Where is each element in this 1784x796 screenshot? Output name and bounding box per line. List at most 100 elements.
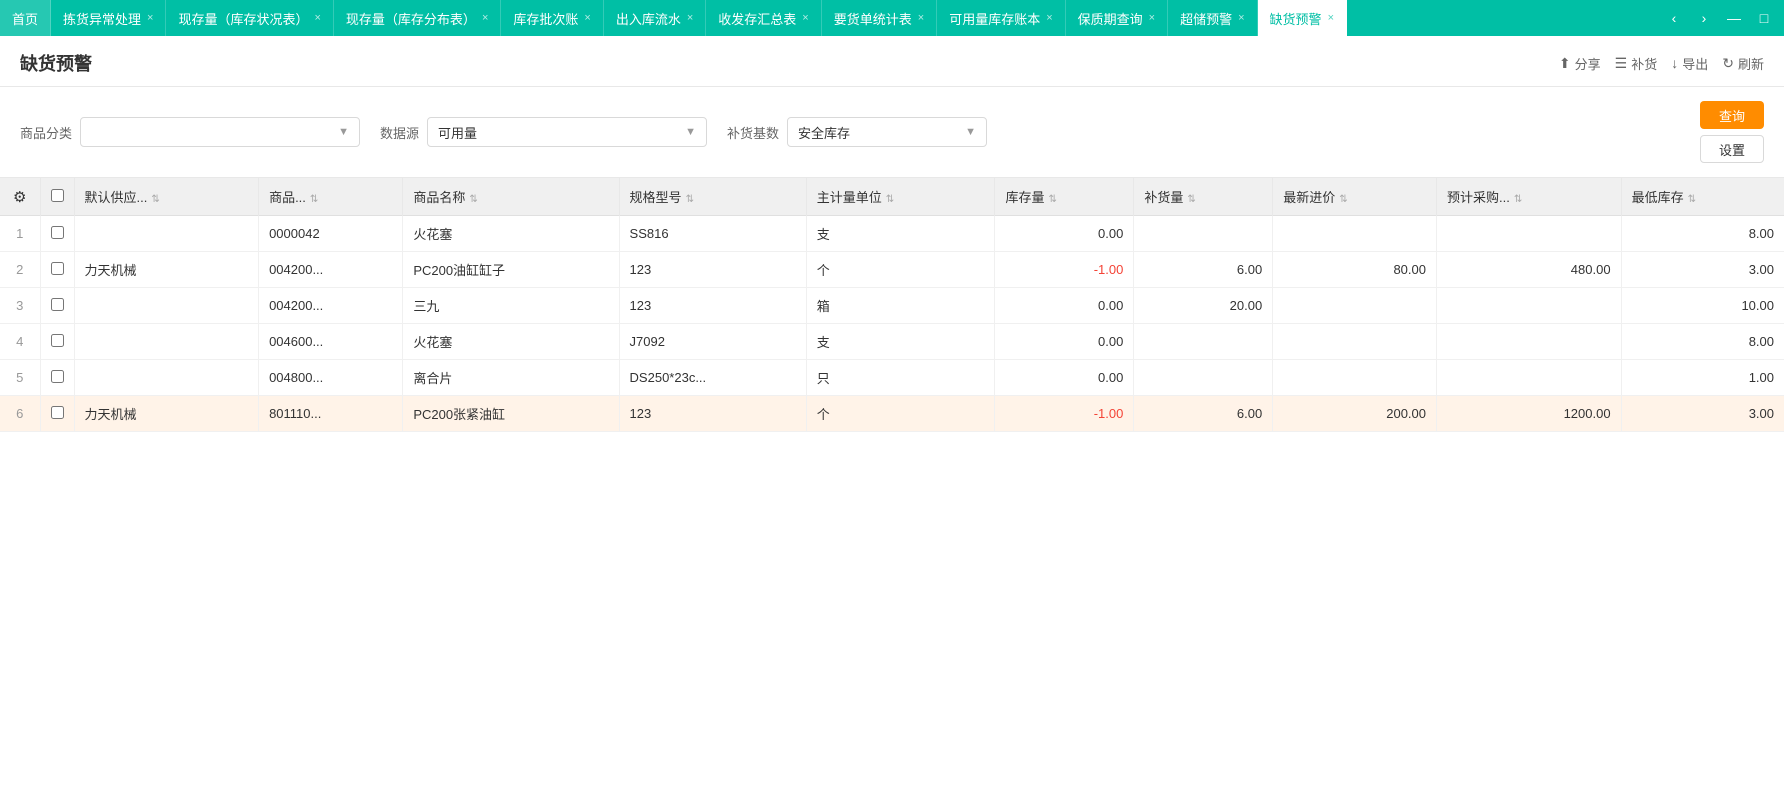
- nav-item-home[interactable]: 首页: [0, 0, 51, 36]
- close-icon-available[interactable]: ×: [1046, 12, 1052, 24]
- row-checkbox[interactable]: [51, 370, 64, 383]
- close-icon-stock2[interactable]: ×: [482, 12, 488, 24]
- nav-label-pick: 拣货异常处理: [63, 9, 141, 28]
- table-container: ⚙ 默认供应...⇅ 商品...⇅ 商品名称⇅: [0, 178, 1784, 432]
- cell-supplier: [74, 288, 259, 324]
- table-row: 3004200...三九123箱0.0020.0010.00: [0, 288, 1784, 324]
- close-icon-expiry[interactable]: ×: [1149, 12, 1155, 24]
- nav-maximize-button[interactable]: □: [1750, 4, 1778, 32]
- close-icon-batch[interactable]: ×: [584, 12, 590, 24]
- cell-code: 004600...: [259, 324, 403, 360]
- nav-label-stock2: 现存量（库存分布表）: [346, 9, 476, 28]
- close-icon-flow[interactable]: ×: [687, 12, 693, 24]
- replenish-icon: ☰: [1615, 55, 1628, 72]
- nav-item-summary[interactable]: 收发存汇总表 ×: [706, 0, 821, 36]
- cell-replenish: 6.00: [1134, 396, 1273, 432]
- nav-minimize-button[interactable]: —: [1720, 4, 1748, 32]
- cell-name: PC200油缸缸子: [403, 252, 619, 288]
- export-icon: ↓: [1671, 55, 1678, 71]
- th-code[interactable]: 商品...⇅: [259, 178, 403, 216]
- select-all-checkbox[interactable]: [51, 189, 64, 202]
- cell-min-stock: 8.00: [1621, 324, 1784, 360]
- nav-next-button[interactable]: ›: [1690, 4, 1718, 32]
- category-label: 商品分类: [20, 123, 72, 142]
- th-unit[interactable]: 主计量单位⇅: [806, 178, 995, 216]
- row-number: 1: [0, 216, 40, 252]
- row-number: 4: [0, 324, 40, 360]
- nav-item-stock1[interactable]: 现存量（库存状况表） ×: [166, 0, 333, 36]
- row-number: 5: [0, 360, 40, 396]
- nav-label-available: 可用量库存账本: [949, 9, 1040, 28]
- nav-item-stock2[interactable]: 现存量（库存分布表） ×: [334, 0, 501, 36]
- nav-prev-button[interactable]: ‹: [1660, 4, 1688, 32]
- category-chevron-icon: ▼: [338, 126, 349, 138]
- cell-replenish: [1134, 324, 1273, 360]
- cell-latest-price: 200.00: [1273, 396, 1437, 432]
- nav-item-pick[interactable]: 拣货异常处理 ×: [51, 0, 166, 36]
- datasource-chevron-icon: ▼: [685, 126, 696, 138]
- th-latest-price[interactable]: 最新进价⇅: [1273, 178, 1437, 216]
- row-checkbox-cell: [40, 252, 74, 288]
- nav-item-expiry[interactable]: 保质期查询 ×: [1066, 0, 1168, 36]
- close-icon-stock1[interactable]: ×: [314, 12, 320, 24]
- close-icon-summary[interactable]: ×: [802, 12, 808, 24]
- row-checkbox[interactable]: [51, 334, 64, 347]
- replenish-base-filter-group: 补货基数 安全库存 ▼: [727, 117, 987, 147]
- main-content: 缺货预警 ⬆ 分享 ☰ 补货 ↓ 导出 ↻ 刷新 商品分类: [0, 36, 1784, 796]
- close-icon-pick[interactable]: ×: [147, 12, 153, 24]
- cell-unit: 个: [806, 252, 995, 288]
- share-label: 分享: [1575, 54, 1601, 73]
- th-name[interactable]: 商品名称⇅: [403, 178, 619, 216]
- page-title: 缺货预警: [20, 50, 92, 76]
- sort-icon-supplier: ⇅: [151, 194, 159, 205]
- sort-icon-spec: ⇅: [686, 194, 694, 205]
- th-replenish[interactable]: 补货量⇅: [1134, 178, 1273, 216]
- cell-supplier: [74, 360, 259, 396]
- th-est-purchase[interactable]: 预计采购...⇅: [1437, 178, 1622, 216]
- close-icon-overstock[interactable]: ×: [1238, 12, 1244, 24]
- cell-unit: 个: [806, 396, 995, 432]
- cell-stock: 0.00: [995, 324, 1134, 360]
- th-stock[interactable]: 库存量⇅: [995, 178, 1134, 216]
- settings-button[interactable]: 设置: [1700, 135, 1764, 163]
- row-checkbox[interactable]: [51, 406, 64, 419]
- replenish-base-select[interactable]: 安全库存 ▼: [787, 117, 987, 147]
- th-spec[interactable]: 规格型号⇅: [619, 178, 806, 216]
- cell-unit: 只: [806, 360, 995, 396]
- nav-item-flow[interactable]: 出入库流水 ×: [604, 0, 706, 36]
- category-select[interactable]: ▼: [80, 117, 360, 147]
- row-checkbox[interactable]: [51, 262, 64, 275]
- sort-icon-unit: ⇅: [886, 194, 894, 205]
- sort-icon-est-purchase: ⇅: [1514, 194, 1522, 205]
- refresh-button[interactable]: ↻ 刷新: [1722, 54, 1764, 73]
- gear-icon[interactable]: ⚙: [13, 188, 26, 206]
- nav-item-shortage[interactable]: 缺货预警 ×: [1258, 0, 1347, 36]
- nav-item-overstock[interactable]: 超储预警 ×: [1168, 0, 1257, 36]
- query-button[interactable]: 查询: [1700, 101, 1764, 129]
- nav-item-available[interactable]: 可用量库存账本 ×: [937, 0, 1065, 36]
- datasource-select[interactable]: 可用量 ▼: [427, 117, 707, 147]
- cell-latest-price: [1273, 324, 1437, 360]
- close-icon-shortage[interactable]: ×: [1328, 12, 1334, 24]
- th-gear: ⚙: [0, 178, 40, 216]
- th-min-stock[interactable]: 最低库存⇅: [1621, 178, 1784, 216]
- close-icon-order[interactable]: ×: [918, 12, 924, 24]
- cell-latest-price: [1273, 360, 1437, 396]
- cell-spec: 123: [619, 288, 806, 324]
- table-row: 6力天机械801110...PC200张紧油缸123个-1.006.00200.…: [0, 396, 1784, 432]
- row-checkbox[interactable]: [51, 298, 64, 311]
- cell-code: 004200...: [259, 288, 403, 324]
- cell-name: 火花塞: [403, 216, 619, 252]
- replenish-button[interactable]: ☰ 补货: [1615, 54, 1658, 73]
- cell-min-stock: 1.00: [1621, 360, 1784, 396]
- export-button[interactable]: ↓ 导出: [1671, 54, 1708, 73]
- cell-est-purchase: [1437, 216, 1622, 252]
- nav-item-batch[interactable]: 库存批次账 ×: [501, 0, 603, 36]
- th-supplier[interactable]: 默认供应...⇅: [74, 178, 259, 216]
- share-button[interactable]: ⬆ 分享: [1559, 54, 1601, 73]
- table-body: 10000042火花塞SS816支0.008.002力天机械004200...P…: [0, 216, 1784, 432]
- row-checkbox[interactable]: [51, 226, 64, 239]
- cell-code: 004800...: [259, 360, 403, 396]
- nav-item-order[interactable]: 要货单统计表 ×: [822, 0, 937, 36]
- replenish-base-chevron-icon: ▼: [965, 126, 976, 138]
